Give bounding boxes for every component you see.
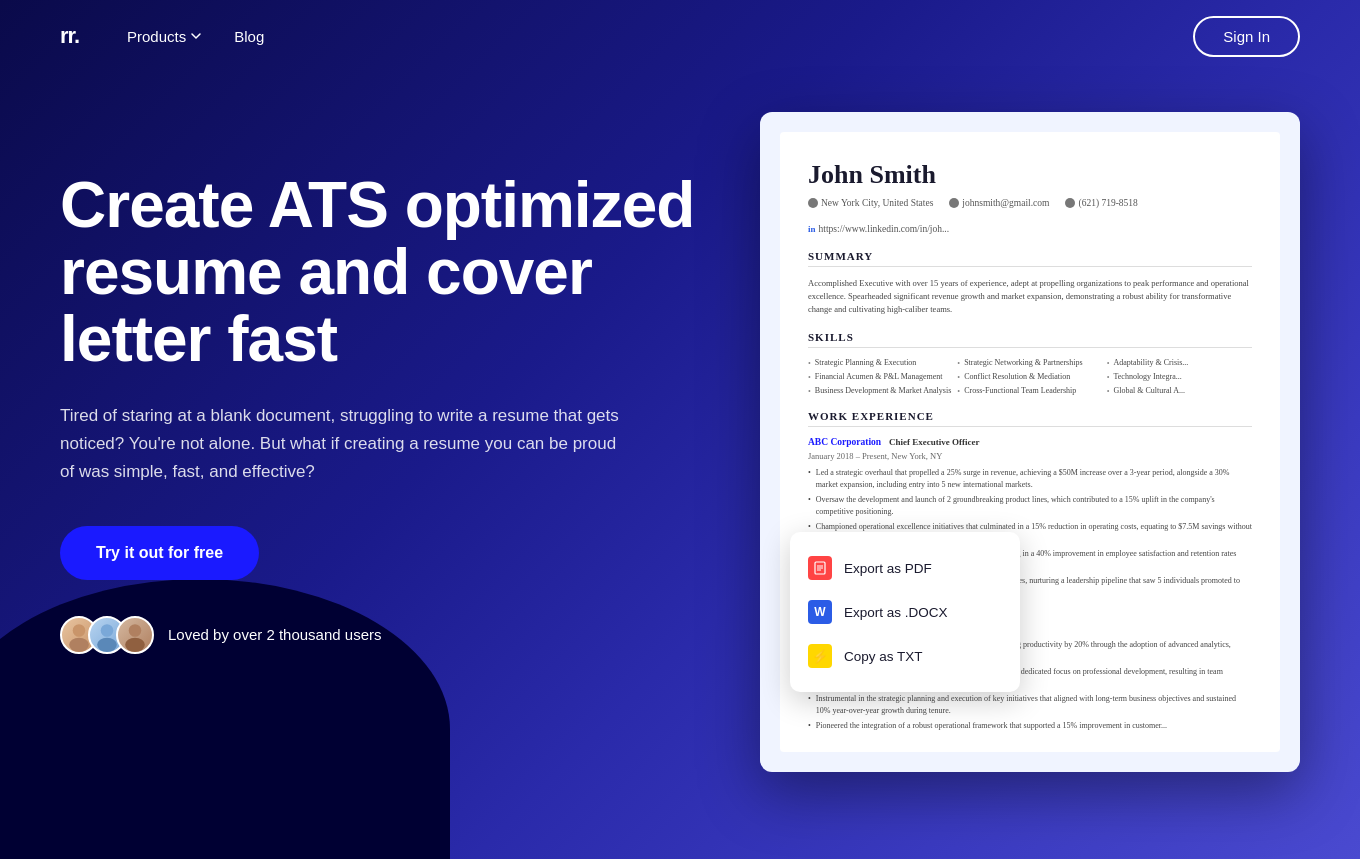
- social-proof: Loved by over 2 thousand users: [60, 616, 720, 654]
- skill-item: •Financial Acumen & P&L Management: [808, 372, 953, 382]
- svg-point-2: [101, 624, 114, 637]
- avatar-group: [60, 616, 154, 654]
- phone-icon: [1065, 198, 1075, 208]
- sign-in-button[interactable]: Sign In: [1193, 16, 1300, 57]
- export-docx-label: Export as .DOCX: [844, 605, 948, 620]
- avatar-face: [118, 618, 152, 652]
- location-icon: [808, 198, 818, 208]
- nav-products[interactable]: Products: [127, 28, 202, 45]
- skill-item: •Technology Integra...: [1107, 372, 1252, 382]
- linkedin-icon: in: [808, 224, 816, 234]
- skill-item: •Conflict Resolution & Mediation: [957, 372, 1102, 382]
- resume-contact: New York City, United States johnsmith@g…: [808, 198, 1252, 234]
- export-popup: Export as PDF W Export as .DOCX ⚡ Copy a…: [790, 532, 1020, 692]
- navbar: rr. Products Blog Sign In: [0, 0, 1360, 72]
- chevron-down-icon: [190, 30, 202, 42]
- resume-container: John Smith New York City, United States …: [760, 112, 1300, 772]
- summary-text: Accomplished Executive with over 15 year…: [808, 277, 1252, 317]
- contact-email: johnsmith@gmail.com: [949, 198, 1049, 208]
- skill-item: •Strategic Planning & Execution: [808, 358, 953, 368]
- skill-item: •Global & Cultural A...: [1107, 386, 1252, 396]
- txt-icon: ⚡: [808, 644, 832, 668]
- hero-subtitle: Tired of staring at a blank document, st…: [60, 402, 620, 486]
- hero-title: Create ATS optimized resume and cover le…: [60, 172, 720, 374]
- export-pdf-item[interactable]: Export as PDF: [790, 546, 1020, 590]
- job-title-1: Chief Executive Officer: [889, 437, 979, 447]
- skill-item: •Cross-Functional Team Leadership: [957, 386, 1102, 396]
- pdf-icon: [808, 556, 832, 580]
- resume-preview-area: John Smith New York City, United States …: [760, 112, 1300, 772]
- svg-point-4: [129, 624, 142, 637]
- email-icon: [949, 198, 959, 208]
- contact-location: New York City, United States: [808, 198, 933, 208]
- job-bullet: •Pioneered the integration of a robust o…: [808, 720, 1252, 732]
- svg-point-5: [125, 637, 145, 651]
- resume-name: John Smith: [808, 160, 1252, 190]
- social-proof-text: Loved by over 2 thousand users: [168, 626, 381, 643]
- hero-section: Create ATS optimized resume and cover le…: [0, 72, 1360, 859]
- skills-grid: •Strategic Planning & Execution •Strateg…: [808, 358, 1252, 396]
- nav-blog[interactable]: Blog: [234, 28, 264, 45]
- logo: rr.: [60, 23, 79, 49]
- copy-txt-label: Copy as TXT: [844, 649, 923, 664]
- job-bullet: •Instrumental in the strategic planning …: [808, 693, 1252, 717]
- job-bullet: •Oversaw the development and launch of 2…: [808, 494, 1252, 518]
- summary-section-title: SUMMARY: [808, 250, 1252, 267]
- svg-point-0: [73, 624, 86, 637]
- contact-phone: (621) 719-8518: [1065, 198, 1137, 208]
- export-docx-item[interactable]: W Export as .DOCX: [790, 590, 1020, 634]
- skills-section-title: SKILLS: [808, 331, 1252, 348]
- work-section-title: WORK EXPERIENCE: [808, 410, 1252, 427]
- try-free-button[interactable]: Try it out for free: [60, 526, 259, 580]
- svg-point-1: [69, 637, 89, 651]
- skill-item: •Business Development & Market Analysis: [808, 386, 953, 396]
- company-name-1: ABC Corporation: [808, 437, 881, 447]
- nav-links: Products Blog: [127, 28, 1193, 45]
- copy-txt-item[interactable]: ⚡ Copy as TXT: [790, 634, 1020, 678]
- docx-icon: W: [808, 600, 832, 624]
- hero-left: Create ATS optimized resume and cover le…: [60, 132, 720, 654]
- avatar: [116, 616, 154, 654]
- skill-item: •Strategic Networking & Partnerships: [957, 358, 1102, 368]
- export-pdf-label: Export as PDF: [844, 561, 932, 576]
- job-bullet: •Led a strategic overhaul that propelled…: [808, 467, 1252, 491]
- contact-linkedin: in https://www.linkedin.com/in/joh...: [808, 224, 949, 234]
- skill-item: •Adaptability & Crisis...: [1107, 358, 1252, 368]
- svg-point-3: [97, 637, 117, 651]
- job-date-1: January 2018 – Present, New York, NY: [808, 451, 1252, 461]
